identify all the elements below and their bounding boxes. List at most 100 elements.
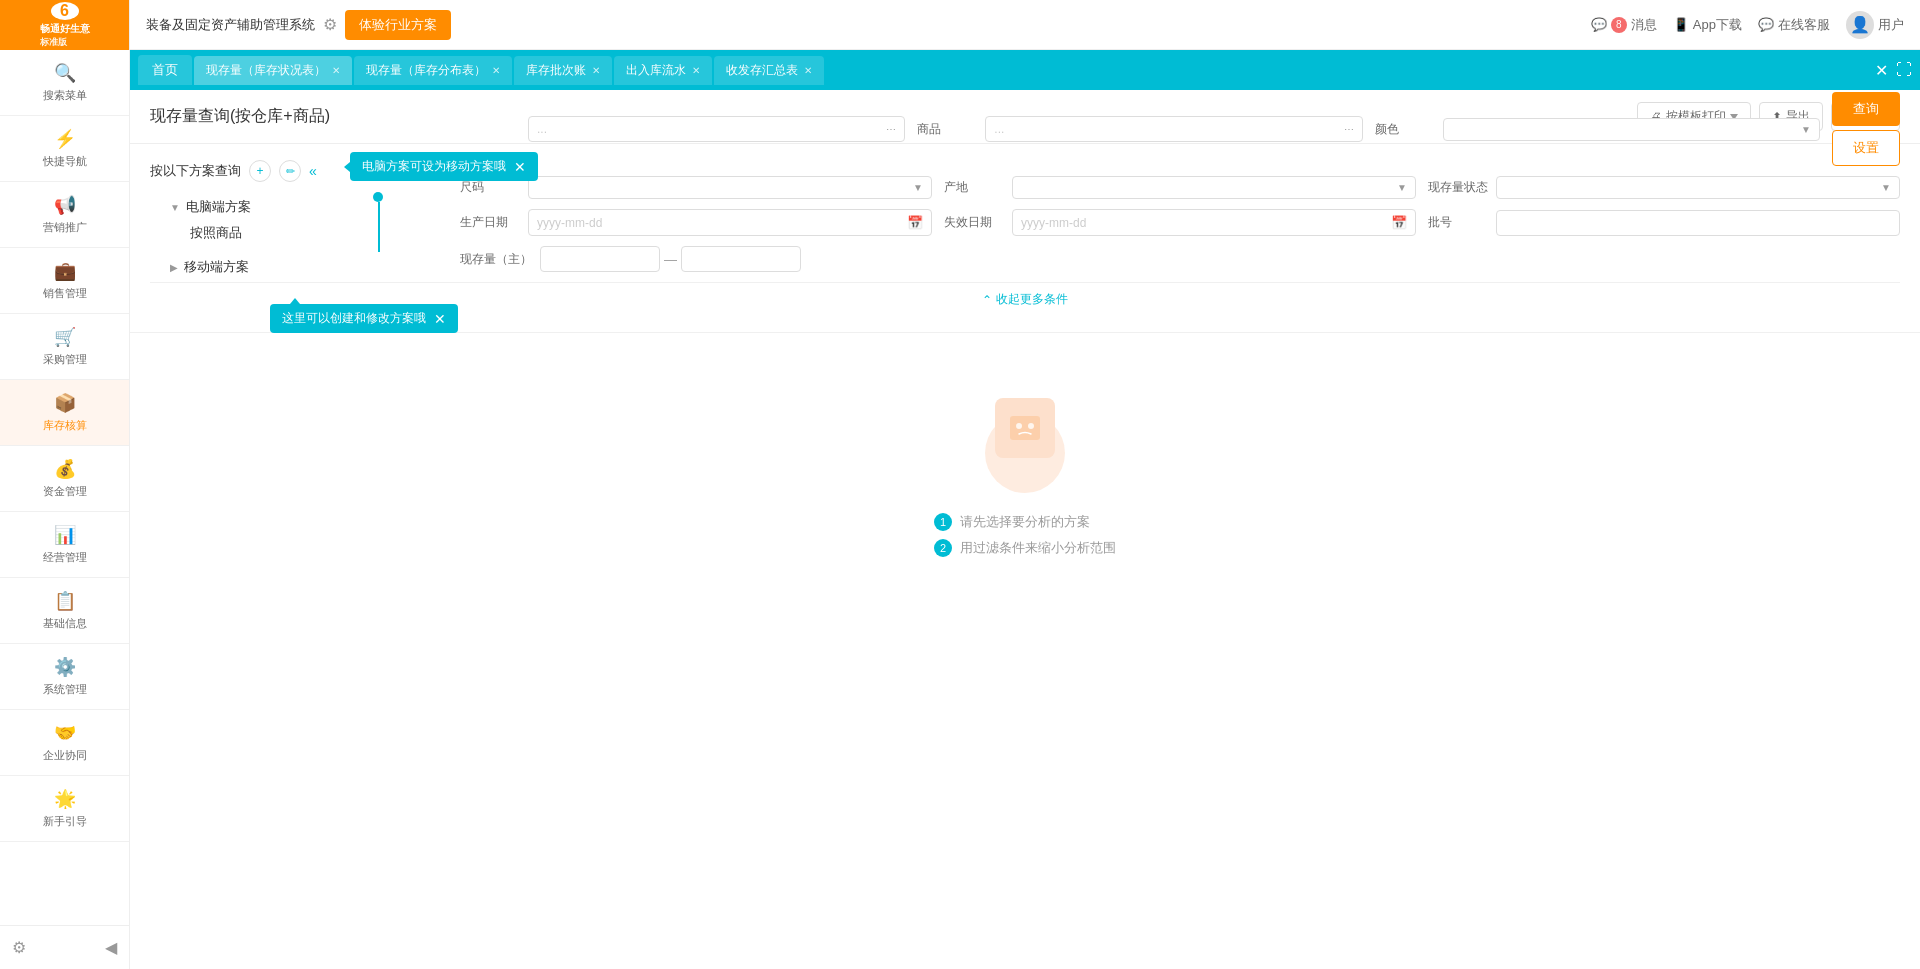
filter-field-color: 颜色 ▼ [1375, 118, 1820, 141]
scheme-tooltip-edit: 这里可以创建和修改方案哦 ✕ [270, 304, 458, 333]
color-arrow: ▼ [1801, 124, 1811, 135]
inventory-icon: 📦 [54, 392, 76, 414]
arrow-icon[interactable]: « [309, 163, 317, 179]
tab-close-flow[interactable]: ✕ [692, 65, 700, 76]
edit-tooltip-close[interactable]: ✕ [434, 311, 446, 327]
mobile-icon: 📱 [1673, 17, 1689, 32]
user-button[interactable]: 👤 用户 [1846, 11, 1904, 39]
connector-line [378, 202, 380, 252]
batch-input[interactable] [1496, 210, 1900, 236]
sidebar-item-purchase[interactable]: 🛒 采购管理 [0, 314, 129, 380]
sidebar-item-search[interactable]: 🔍 搜索菜单 [0, 50, 129, 116]
mobile-arrow: ▶ [170, 262, 178, 273]
step-2-text: 用过滤条件来缩小分析范围 [960, 539, 1116, 557]
edit-scheme-icon[interactable]: ✏ [279, 160, 301, 182]
sidebar-bottom: ⚙ ◀ [0, 925, 129, 969]
tab-summary[interactable]: 收发存汇总表 ✕ [714, 56, 824, 85]
message-button[interactable]: 💬 8 消息 [1591, 16, 1657, 34]
desktop-label: 电脑端方案 [186, 198, 251, 216]
quicknav-icon: ⚡ [54, 128, 76, 150]
scheme-tooltip-text: 电脑方案可设为移动方案哦 [362, 158, 506, 175]
search-button[interactable]: 查询 [1832, 92, 1900, 126]
tab-fullscreen-icon[interactable]: ⛶ [1896, 61, 1912, 80]
collapse-sidebar-icon[interactable]: ◀ [105, 938, 117, 957]
warehouse-more-icon: ⋯ [886, 124, 896, 135]
status-select[interactable]: ▼ [1496, 176, 1900, 199]
tab-close-batch[interactable]: ✕ [592, 65, 600, 76]
status-arrow: ▼ [1881, 182, 1891, 193]
tab-inventory-status[interactable]: 现存量（库存状况表） ✕ [194, 56, 352, 85]
empty-icon [975, 393, 1075, 493]
reset-button[interactable]: 设置 [1832, 130, 1900, 166]
app-download-button[interactable]: 📱 App下载 [1673, 16, 1742, 34]
user-label: 用户 [1878, 16, 1904, 34]
sidebar-item-enterprise[interactable]: 🤝 企业协同 [0, 710, 129, 776]
product-select[interactable]: ... ⋯ [985, 116, 1362, 142]
sidebar-logo: 6 畅通好生意 标准版 [0, 0, 129, 50]
page-title: 现存量查询(按仓库+商品) [150, 106, 330, 127]
trial-button[interactable]: 体验行业方案 [345, 10, 451, 40]
logo-text: 畅通好生意 标准版 [40, 22, 90, 49]
settings-icon[interactable]: ⚙ [12, 938, 26, 957]
top-header: 装备及固定资产辅助管理系统 ⚙ 体验行业方案 💬 8 消息 📱 App下载 💬 … [130, 0, 1920, 50]
sidebar-item-finance[interactable]: 💰 资金管理 [0, 446, 129, 512]
tab-close-all-icon[interactable]: ✕ [1875, 61, 1888, 80]
sidebar-item-system[interactable]: ⚙️ 系统管理 [0, 644, 129, 710]
sidebar-label-operation: 经营管理 [43, 550, 87, 565]
guide-icon: 🌟 [54, 788, 76, 810]
sidebar-item-guide[interactable]: 🌟 新手引导 [0, 776, 129, 842]
filter-row-1: ... ⋯ 商品 ... ⋯ 颜色 [460, 92, 1900, 166]
sidebar-item-marketing[interactable]: 📢 营销推广 [0, 182, 129, 248]
desktop-arrow: ▼ [170, 202, 180, 213]
sidebar-item-inventory[interactable]: 📦 库存核算 [0, 380, 129, 446]
marketing-icon: 📢 [54, 194, 76, 216]
search-nav-icon: 🔍 [54, 62, 76, 84]
origin-arrow: ▼ [1397, 182, 1407, 193]
support-icon: 💬 [1758, 17, 1774, 32]
origin-select[interactable]: ▼ [1012, 176, 1416, 199]
support-label: 在线客服 [1778, 16, 1830, 34]
tab-close-inventory-dist[interactable]: ✕ [492, 65, 500, 76]
header-settings-icon[interactable]: ⚙ [323, 15, 337, 34]
header-left: 装备及固定资产辅助管理系统 ⚙ 体验行业方案 [146, 10, 451, 40]
basicinfo-icon: 📋 [54, 590, 76, 612]
tab-bar-right: ✕ ⛶ [1875, 61, 1912, 80]
tab-home[interactable]: 首页 [138, 55, 192, 85]
svg-rect-0 [1010, 416, 1040, 440]
filter-row-4: 现存量（主） — [460, 246, 1900, 272]
tab-inout-flow[interactable]: 出入库流水 ✕ [614, 56, 712, 85]
operation-icon: 📊 [54, 524, 76, 546]
app-name: 装备及固定资产辅助管理系统 [146, 16, 315, 34]
sidebar-label-basicinfo: 基础信息 [43, 616, 87, 631]
tab-close-inventory-status[interactable]: ✕ [332, 65, 340, 76]
step-num-2: 2 [934, 539, 952, 557]
tab-batch-account[interactable]: 库存批次账 ✕ [514, 56, 612, 85]
tab-close-summary[interactable]: ✕ [804, 65, 812, 76]
enterprise-icon: 🤝 [54, 722, 76, 744]
sidebar-label-marketing: 营销推广 [43, 220, 87, 235]
support-button[interactable]: 💬 在线客服 [1758, 16, 1830, 34]
sidebar-item-quicknav[interactable]: ⚡ 快捷导航 [0, 116, 129, 182]
produce-date-start[interactable]: yyyy-mm-dd 📅 [528, 209, 932, 236]
color-select[interactable]: ▼ [1443, 118, 1820, 141]
size-select[interactable]: ▼ [528, 176, 932, 199]
produce-date-range: yyyy-mm-dd 📅 [528, 209, 932, 236]
desktop-child-label: 按照商品 [190, 224, 242, 242]
add-scheme-icon[interactable]: + [249, 160, 271, 182]
expire-date-field[interactable]: yyyy-mm-dd 📅 [1012, 209, 1416, 236]
empty-step-1: 1 请先选择要分析的方案 [934, 513, 1116, 531]
filter-field-batch: 批号 [1428, 210, 1900, 236]
empty-face [995, 398, 1055, 458]
stock-qty-range: — [540, 246, 860, 272]
stock-qty-max[interactable] [681, 246, 801, 272]
stock-qty-min[interactable] [540, 246, 660, 272]
sidebar-item-basicinfo[interactable]: 📋 基础信息 [0, 578, 129, 644]
tab-inventory-dist[interactable]: 现存量（库存分布表） ✕ [354, 56, 512, 85]
scheme-tooltip-mobile: 电脑方案可设为移动方案哦 ✕ [350, 152, 538, 181]
message-icon: 💬 [1591, 17, 1607, 32]
scheme-tooltip-close[interactable]: ✕ [514, 159, 526, 175]
warehouse-select[interactable]: ... ⋯ [528, 116, 905, 142]
size-arrow: ▼ [913, 182, 923, 193]
sidebar-item-operation[interactable]: 📊 经营管理 [0, 512, 129, 578]
sidebar-item-sales[interactable]: 💼 销售管理 [0, 248, 129, 314]
